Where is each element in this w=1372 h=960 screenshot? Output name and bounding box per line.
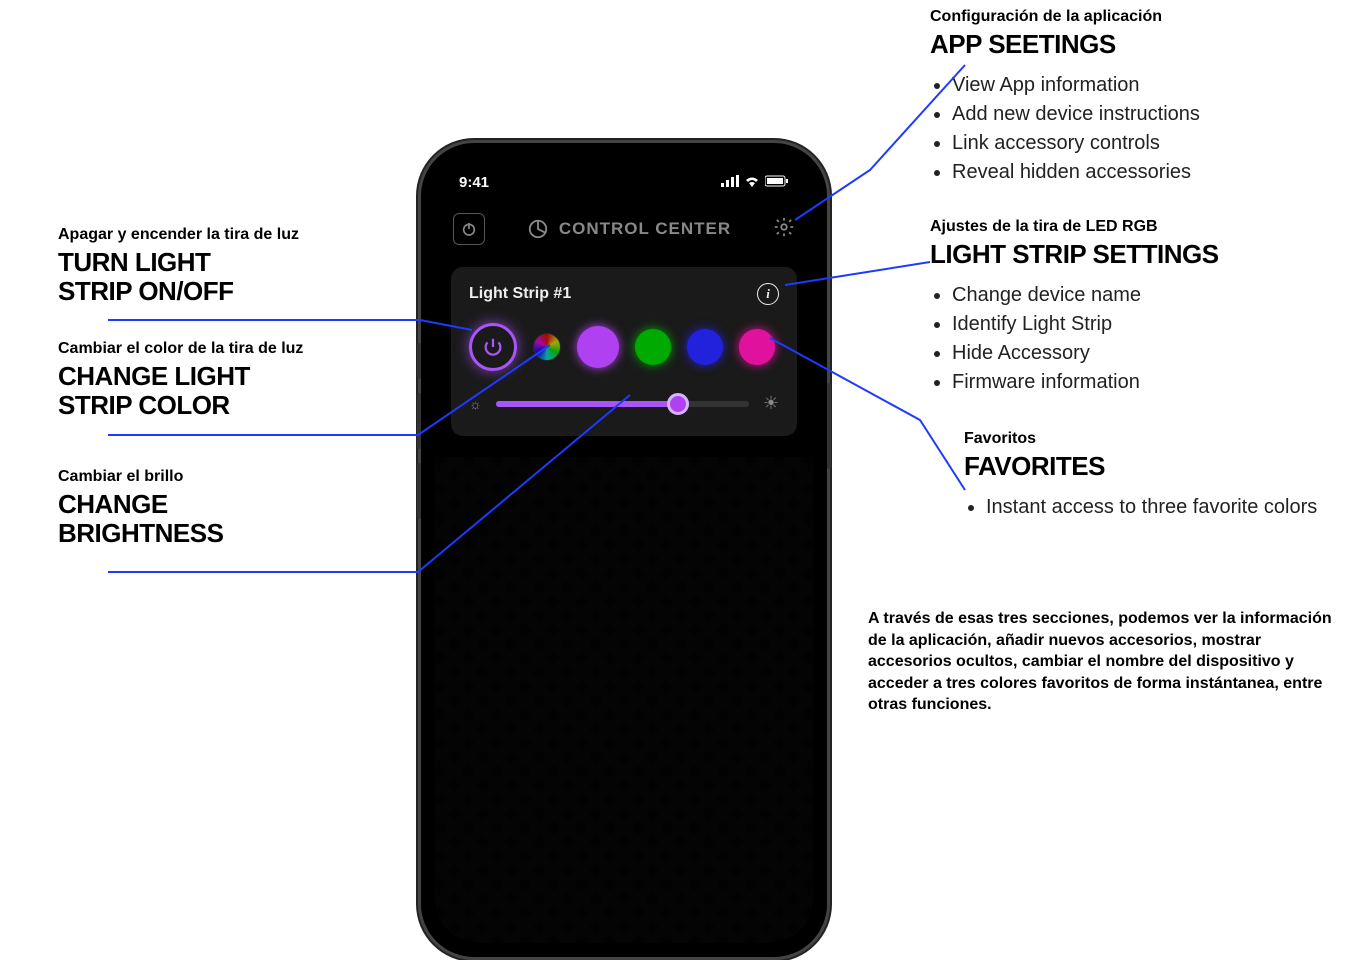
brightness-low-icon: ☼ bbox=[469, 396, 482, 412]
callout-strip-list: Change device name Identify Light Strip … bbox=[930, 281, 1360, 397]
callout-strip-sub: Ajustes de la tira de LED RGB bbox=[930, 218, 1360, 236]
callout-app-sub: Configuración de la aplicación bbox=[930, 8, 1350, 26]
favorite-color-3[interactable] bbox=[687, 329, 723, 365]
favorite-color-2[interactable] bbox=[635, 329, 671, 365]
callout-bright-hd2: BRIGHTNESS bbox=[58, 519, 398, 548]
callout-power-sub: Apagar y encender la tira de luz bbox=[58, 226, 398, 244]
header-power-button[interactable] bbox=[453, 213, 485, 245]
wifi-icon bbox=[744, 174, 760, 191]
callout-strip-hd: LIGHT STRIP SETTINGS bbox=[930, 240, 1360, 269]
callout-power-hd1: TURN LIGHT bbox=[58, 248, 398, 277]
phone-mockup: 9:41 CONTROL CENTER bbox=[418, 140, 830, 960]
callout-fav-hd: FAVORITES bbox=[964, 452, 1364, 481]
callout-app-hd: APP SEETINGS bbox=[930, 30, 1350, 59]
elgato-logo-icon bbox=[527, 218, 549, 240]
status-time: 9:41 bbox=[459, 174, 489, 191]
callout-power-hd2: STRIP ON/OFF bbox=[58, 277, 398, 306]
favorite-color-4[interactable] bbox=[739, 329, 775, 365]
callout-fav-sub: Favoritos bbox=[964, 430, 1364, 448]
settings-gear-icon[interactable] bbox=[773, 216, 795, 243]
battery-icon bbox=[765, 174, 789, 191]
app-title: CONTROL CENTER bbox=[527, 218, 731, 240]
brightness-slider[interactable] bbox=[496, 401, 749, 407]
device-name: Light Strip #1 bbox=[469, 285, 571, 303]
callout-app-list: View App information Add new device inst… bbox=[930, 71, 1350, 187]
device-power-button[interactable] bbox=[469, 323, 517, 371]
callout-color-sub: Cambiar el color de la tira de luz bbox=[58, 340, 398, 358]
summary-paragraph: A través de esas tres secciones, podemos… bbox=[868, 608, 1348, 716]
info-icon[interactable]: i bbox=[757, 283, 779, 305]
color-wheel-icon[interactable] bbox=[533, 333, 561, 361]
callout-fav-list: Instant access to three favorite colors bbox=[964, 493, 1364, 522]
callout-color-hd2: STRIP COLOR bbox=[58, 391, 398, 420]
callout-color-hd1: CHANGE LIGHT bbox=[58, 362, 398, 391]
favorite-color-1[interactable] bbox=[577, 326, 619, 368]
callout-bright-hd1: CHANGE bbox=[58, 490, 398, 519]
signal-icon bbox=[721, 174, 739, 191]
brightness-high-icon: ☀ bbox=[763, 393, 779, 414]
device-card: Light Strip #1 i ☼ ☀ bbox=[451, 267, 797, 436]
callout-bright-sub: Cambiar el brillo bbox=[58, 468, 398, 486]
